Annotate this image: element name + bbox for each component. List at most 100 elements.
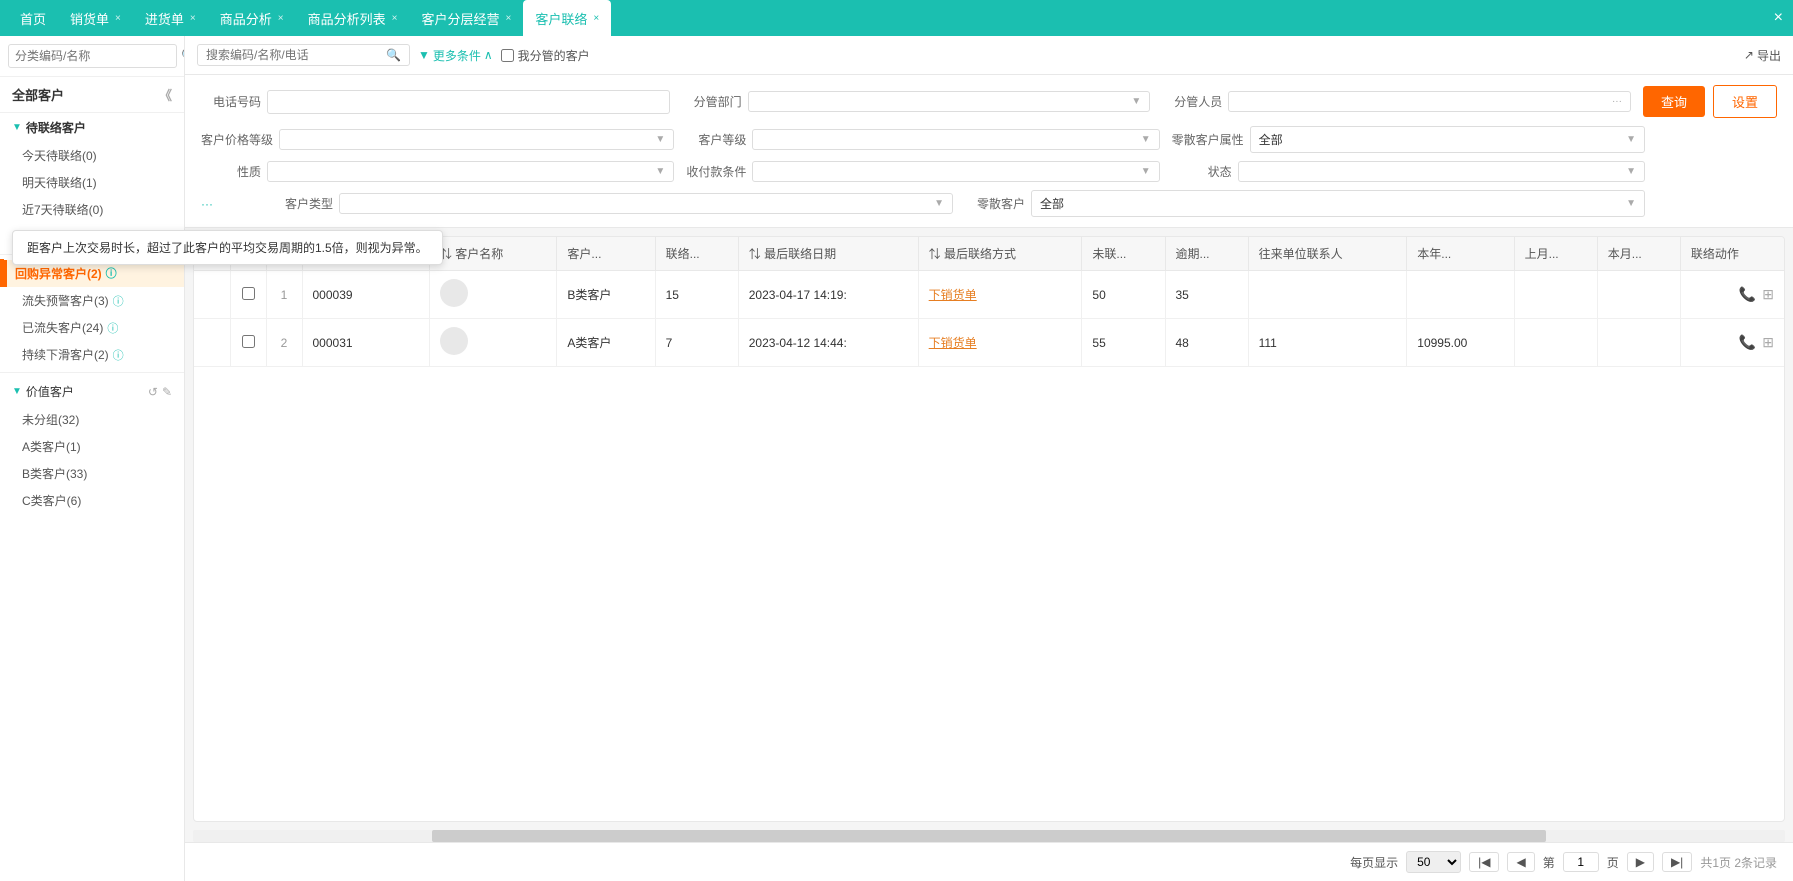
customer-grade-arrow-icon: ▼ xyxy=(1141,134,1151,145)
filter-price-grade: 客户价格等级 ▼ xyxy=(201,129,674,150)
my-customers-label: 我分管的客户 xyxy=(501,47,590,64)
row2-action-phone-icon[interactable]: 📞 xyxy=(1739,334,1756,351)
manager-select[interactable]: ··· xyxy=(1228,91,1631,112)
filter-dept: 分管部门 ▼ xyxy=(682,91,1151,112)
table-row: 1 000039 B类客户 15 2023-04-17 14:19: 下销货单 … xyxy=(194,271,1784,319)
lost-label: 已流失客户(24) xyxy=(22,319,103,336)
content-area: 🔍 ▼ 更多条件 ∧ 我分管的客户 ↗ 导出 电话号码 xyxy=(185,36,1793,881)
setting-button[interactable]: 设置 xyxy=(1713,85,1777,118)
phone-input[interactable] xyxy=(267,90,670,114)
customer-grade-select[interactable]: ▼ xyxy=(752,129,1159,150)
nav-home[interactable]: 首页 xyxy=(8,0,58,36)
retail-attr-select[interactable]: 全部 ▼ xyxy=(1250,126,1645,153)
first-page-button[interactable]: |◀ xyxy=(1469,852,1499,872)
filter-search-input[interactable] xyxy=(206,48,386,62)
sidebar-item-ungroup[interactable]: 未分组(32) xyxy=(0,406,184,433)
sidebar-collapse-button[interactable]: 《 xyxy=(159,85,172,104)
dept-arrow-icon: ▼ xyxy=(1131,96,1141,107)
nav-analysis-list[interactable]: 商品分析列表 × xyxy=(296,0,410,36)
nav-home-label: 首页 xyxy=(20,9,46,28)
filter-icon: ▼ xyxy=(418,48,430,62)
more-conditions-button[interactable]: ▼ 更多条件 ∧ xyxy=(418,47,493,64)
nav-sales-label: 销货单 xyxy=(70,9,109,28)
sidebar-item-loss-warning[interactable]: 流失预警客户(3) ⓘ xyxy=(0,287,184,314)
row1-checkbox[interactable] xyxy=(242,287,255,300)
row1-last-method-link[interactable]: 下销货单 xyxy=(929,288,977,302)
nav-sales[interactable]: 销货单 × xyxy=(58,0,133,36)
price-grade-select[interactable]: ▼ xyxy=(279,129,674,150)
scrollbar-thumb[interactable] xyxy=(432,830,1546,842)
th-pending: 未联... xyxy=(1082,237,1165,271)
row2-overdue: 48 xyxy=(1165,319,1248,367)
nav-purchase[interactable]: 进货单 × xyxy=(133,0,208,36)
retail-customer-select[interactable]: 全部 ▼ xyxy=(1031,190,1645,217)
customer-type-select[interactable]: ▼ xyxy=(339,193,953,214)
sidebar-root-label: 全部客户 xyxy=(12,85,64,104)
row2-check xyxy=(230,319,266,367)
nav-analysis-list-close[interactable]: × xyxy=(392,13,398,24)
value-group-refresh-icon[interactable]: ↺ xyxy=(148,385,158,399)
sidebar-search-input[interactable] xyxy=(8,44,177,68)
nav-sales-close[interactable]: × xyxy=(115,13,121,24)
adv-filter: 电话号码 分管部门 ▼ 分管人员 ··· xyxy=(185,75,1793,228)
pending-group-label: 待联络客户 xyxy=(26,119,86,136)
row1-overdue: 35 xyxy=(1165,271,1248,319)
decline-label: 持续下滑客户(2) xyxy=(22,346,109,363)
payment-select[interactable]: ▼ xyxy=(752,161,1159,182)
row1-action-phone-icon[interactable]: 📞 xyxy=(1739,286,1756,303)
nav-customer-segment-close[interactable]: × xyxy=(505,13,511,24)
value-group-edit-icon[interactable]: ✎ xyxy=(162,385,172,399)
filter-retail-attr: 零散客户属性 全部 ▼ xyxy=(1172,126,1645,153)
phone-label: 电话号码 xyxy=(201,93,261,110)
export-button[interactable]: ↗ 导出 xyxy=(1744,47,1781,64)
sidebar-item-tomorrow[interactable]: 明天待联络(1) xyxy=(0,169,184,196)
my-customers-checkbox[interactable] xyxy=(501,49,514,62)
status-select[interactable]: ▼ xyxy=(1238,161,1645,182)
sidebar-item-b-class[interactable]: B类客户(33) xyxy=(0,460,184,487)
sidebar-item-7days[interactable]: 近7天待联络(0) xyxy=(0,196,184,223)
row2-type: A类客户 xyxy=(557,319,655,367)
row2-name xyxy=(429,319,556,367)
prev-page-button[interactable]: ◀ xyxy=(1507,852,1534,872)
c-class-label: C类客户(6) xyxy=(22,492,81,509)
row1-action-more-icon[interactable]: ⊞ xyxy=(1762,286,1774,303)
sidebar-pending-group-header[interactable]: ▼ 待联络客户 xyxy=(0,113,184,142)
sidebar-search-area: 🔍 xyxy=(0,36,184,77)
sidebar-value-group-header[interactable]: ▼ 价值客户 ↺ ✎ xyxy=(0,377,184,406)
row1-code: 000039 xyxy=(302,271,429,319)
row2-action-btns: 📞 ⊞ xyxy=(1691,334,1774,351)
th-name: ⇅ 客户名称 xyxy=(429,237,556,271)
sidebar-item-today[interactable]: 今天待联络(0) xyxy=(0,142,184,169)
more-filter-link[interactable]: ··· xyxy=(201,197,213,211)
last-page-button[interactable]: ▶| xyxy=(1662,852,1692,872)
sidebar-item-a-class[interactable]: A类客户(1) xyxy=(0,433,184,460)
sidebar-item-c-class[interactable]: C类客户(6) xyxy=(0,487,184,514)
nav-customer-contact-close[interactable]: × xyxy=(593,13,599,24)
horizontal-scrollbar[interactable] xyxy=(193,830,1785,842)
close-window-icon[interactable]: × xyxy=(1774,9,1783,27)
nav-customer-contact[interactable]: 客户联络 × xyxy=(523,0,611,36)
value-group-actions: ↺ ✎ xyxy=(148,385,172,399)
nav-purchase-close[interactable]: × xyxy=(190,13,196,24)
sidebar-item-lost[interactable]: 已流失客户(24) ⓘ xyxy=(0,314,184,341)
ungroup-label: 未分组(32) xyxy=(22,411,79,428)
sidebar-item-decline[interactable]: 持续下滑客户(2) ⓘ xyxy=(0,341,184,368)
nav-analysis[interactable]: 商品分析 × xyxy=(208,0,296,36)
nav-analysis-close[interactable]: × xyxy=(278,13,284,24)
row2-last-method-link[interactable]: 下销货单 xyxy=(929,336,977,350)
filter-customer-grade: 客户等级 ▼ xyxy=(686,129,1159,150)
dept-select[interactable]: ▼ xyxy=(748,91,1151,112)
row2-checkbox[interactable] xyxy=(242,335,255,348)
status-arrow-icon: ▼ xyxy=(1626,166,1636,177)
nav-customer-segment[interactable]: 客户分层经营 × xyxy=(409,0,523,36)
row1-gear xyxy=(194,271,230,319)
page-input[interactable] xyxy=(1563,852,1599,872)
row2-code: 000031 xyxy=(302,319,429,367)
nature-select[interactable]: ▼ xyxy=(267,161,674,182)
row2-action-more-icon[interactable]: ⊞ xyxy=(1762,334,1774,351)
next-page-button[interactable]: ▶ xyxy=(1627,852,1654,872)
export-label: 导出 xyxy=(1757,47,1781,64)
per-page-select[interactable]: 50 100 200 xyxy=(1406,851,1461,873)
query-button[interactable]: 查询 xyxy=(1643,86,1705,117)
filter-btn-group: 查询 设置 xyxy=(1643,85,1777,118)
